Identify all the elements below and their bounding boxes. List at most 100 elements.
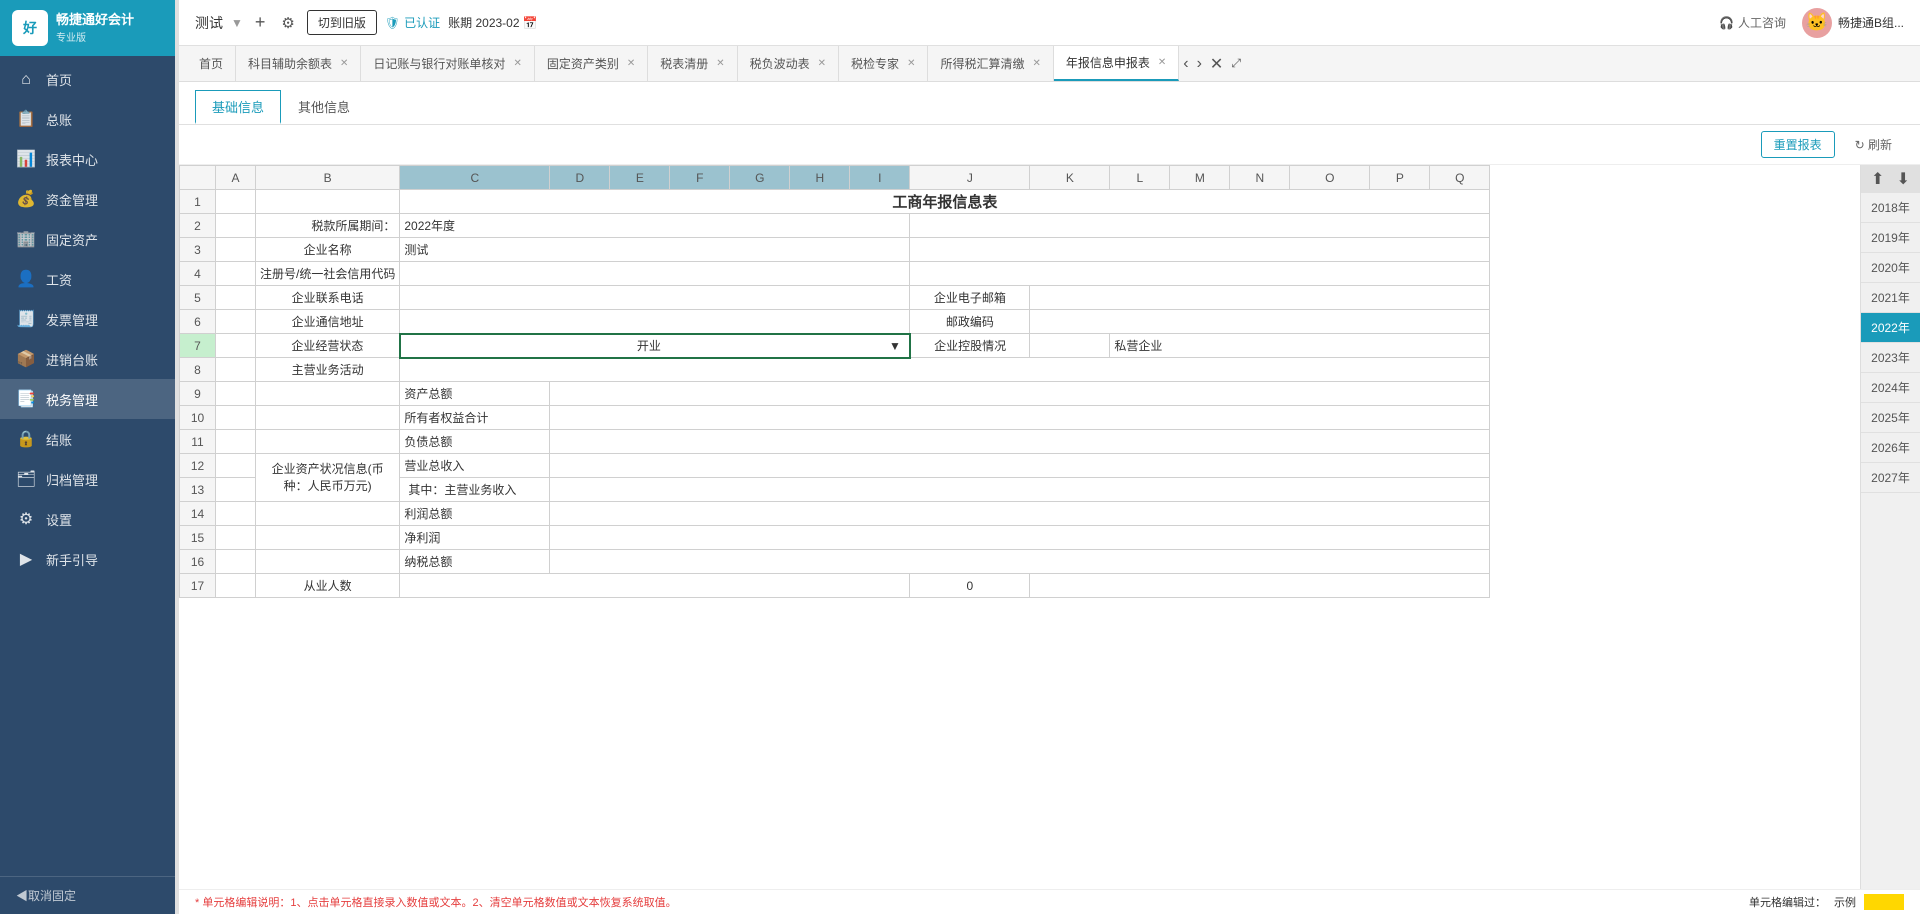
col-header-a[interactable]: A (216, 166, 256, 190)
tab-journal-close[interactable]: ✕ (513, 58, 521, 69)
year-item-2021[interactable]: 2021年 (1861, 283, 1920, 313)
tab-journal[interactable]: 日记账与银行对账单核对 ✕ (361, 46, 534, 81)
year-item-2023[interactable]: 2023年 (1861, 343, 1920, 373)
year-item-2024[interactable]: 2024年 (1861, 373, 1920, 403)
topbar-add-button[interactable]: + (251, 12, 270, 33)
year-scroll-down[interactable]: ⬇ (1897, 169, 1910, 189)
col-header-o[interactable]: O (1290, 166, 1370, 190)
cell-j5[interactable]: 企业电子邮箱 (910, 286, 1030, 310)
tab-close-all[interactable]: ✕ (1206, 54, 1227, 74)
topbar-settings-button[interactable]: ⚙ (277, 14, 298, 32)
cell-c16[interactable]: 纳税总额 (400, 550, 550, 574)
sidebar-item-archive[interactable]: 🗂 归档管理 (0, 459, 175, 499)
col-header-l[interactable]: L (1110, 166, 1170, 190)
cell-b8[interactable]: 主营业务活动 (256, 358, 400, 382)
cell-b7[interactable]: 企业经营状态 (256, 334, 400, 358)
sidebar-item-fund[interactable]: 💰 资金管理 (0, 179, 175, 219)
col-header-k[interactable]: K (1030, 166, 1110, 190)
tab-home[interactable]: 首页 (187, 46, 236, 81)
year-item-2019[interactable]: 2019年 (1861, 223, 1920, 253)
cell-k7[interactable] (1030, 334, 1110, 358)
cell-b6[interactable]: 企业通信地址 (256, 310, 400, 334)
sidebar-item-close[interactable]: 🔒 结账 (0, 419, 175, 459)
cell-c5[interactable] (400, 286, 910, 310)
cell-b2[interactable]: 税款所属期间： (256, 214, 400, 238)
cell-c9[interactable]: 资产总额 (400, 382, 550, 406)
col-header-p[interactable]: P (1370, 166, 1430, 190)
cell-c8[interactable] (400, 358, 1490, 382)
sidebar-item-asset[interactable]: 🏢 固定资产 (0, 219, 175, 259)
cell-c10[interactable]: 所有者权益合计 (400, 406, 550, 430)
tab-tax-wave[interactable]: 税负波动表 ✕ (738, 46, 839, 81)
sidebar-item-tax[interactable]: 📑 税务管理 (0, 379, 175, 419)
col-header-j[interactable]: J (910, 166, 1030, 190)
reset-report-button[interactable]: 重置报表 (1761, 131, 1835, 158)
tab-tax-expert-close[interactable]: ✕ (907, 58, 915, 69)
cell-k5[interactable] (1030, 286, 1490, 310)
tab-tax-table[interactable]: 税表清册 ✕ (648, 46, 737, 81)
topbar-oldversion-button[interactable]: 切到旧版 (307, 10, 377, 35)
cell-j6[interactable]: 邮政编码 (910, 310, 1030, 334)
tab-annual-report-close[interactable]: ✕ (1158, 57, 1166, 68)
col-header-g[interactable]: G (730, 166, 790, 190)
tab-fixed-asset[interactable]: 固定资产类别 ✕ (535, 46, 648, 81)
sidebar-item-newbie[interactable]: ▶ 新手引导 (0, 539, 175, 579)
sidebar-item-ledger[interactable]: 📋 总账 (0, 99, 175, 139)
topbar-support-btn[interactable]: 🎧 人工咨询 (1719, 14, 1786, 31)
sidebar-collapse-btn[interactable]: ◀取消固定 (0, 877, 175, 914)
tab-income-tax[interactable]: 所得税汇算清缴 ✕ (928, 46, 1053, 81)
tab-nav-next[interactable]: › (1193, 55, 1206, 73)
col-header-n[interactable]: N (1230, 166, 1290, 190)
sub-tab-basic[interactable]: 基础信息 (195, 90, 281, 124)
sub-tab-other[interactable]: 其他信息 (281, 90, 367, 124)
cell-c15[interactable]: 净利润 (400, 526, 550, 550)
cell-b3[interactable]: 企业名称 (256, 238, 400, 262)
year-item-2018[interactable]: 2018年 (1861, 193, 1920, 223)
cell-d13[interactable]: 其中：主营业务收入 (400, 478, 550, 502)
tab-annual-report[interactable]: 年报信息申报表 ✕ (1054, 46, 1179, 81)
year-item-2020[interactable]: 2020年 (1861, 253, 1920, 283)
cell-b5[interactable]: 企业联系电话 (256, 286, 400, 310)
refresh-button[interactable]: ↻ 刷新 (1843, 132, 1904, 157)
year-item-2027[interactable]: 2027年 (1861, 463, 1920, 493)
tab-expand[interactable]: ⤢ (1227, 56, 1245, 71)
sidebar-item-home[interactable]: ⌂ 首页 (0, 60, 175, 99)
col-header-b[interactable]: B (256, 166, 400, 190)
sidebar-item-invoice[interactable]: 🧾 发票管理 (0, 299, 175, 339)
col-header-c[interactable]: C (400, 166, 550, 190)
spreadsheet-container[interactable]: A B C D E F G H I J (179, 165, 1860, 889)
cell-c6[interactable] (400, 310, 910, 334)
cell-l7[interactable]: 私营企业 (1110, 334, 1490, 358)
cell-k6[interactable] (1030, 310, 1490, 334)
year-item-2022[interactable]: 2022年 (1861, 313, 1920, 343)
topbar-dropdown-arrow[interactable]: ▼ (231, 16, 243, 30)
cell-c7-dropdown[interactable]: 开业 ▼ (400, 334, 910, 358)
sidebar-item-stock[interactable]: 📦 进销台账 (0, 339, 175, 379)
cell-c14[interactable]: 利润总额 (400, 502, 550, 526)
topbar-user[interactable]: 🐱 畅捷通B组... (1802, 8, 1904, 38)
cell-c4[interactable] (400, 262, 910, 286)
sidebar-item-report[interactable]: 📊 报表中心 (0, 139, 175, 179)
tab-aux-close[interactable]: ✕ (340, 58, 348, 69)
cell-c17[interactable] (400, 574, 910, 598)
year-scroll-up[interactable]: ⬆ (1871, 169, 1884, 189)
col-header-h[interactable]: H (790, 166, 850, 190)
cell-c11[interactable]: 负债总额 (400, 430, 550, 454)
cell-c12[interactable]: 营业总收入 (400, 454, 550, 478)
tab-aux[interactable]: 科目辅助余额表 ✕ (236, 46, 361, 81)
tab-tax-expert[interactable]: 税检专家 ✕ (839, 46, 928, 81)
sidebar-item-payroll[interactable]: 👤 工资 (0, 259, 175, 299)
cell-c3[interactable]: 测试 (400, 238, 910, 262)
tab-fixed-asset-close[interactable]: ✕ (627, 58, 635, 69)
cell-j17[interactable]: 0 (910, 574, 1030, 598)
cell-j7[interactable]: 企业控股情况 (910, 334, 1030, 358)
col-header-i[interactable]: I (850, 166, 910, 190)
col-header-m[interactable]: M (1170, 166, 1230, 190)
cell-c2[interactable]: 2022年度 (400, 214, 910, 238)
tab-income-tax-close[interactable]: ✕ (1032, 58, 1040, 69)
col-header-e[interactable]: E (610, 166, 670, 190)
cell-b4[interactable]: 注册号/统一社会信用代码 (256, 262, 400, 286)
tab-nav-prev[interactable]: ‹ (1179, 55, 1192, 73)
tab-tax-table-close[interactable]: ✕ (716, 58, 724, 69)
year-item-2026[interactable]: 2026年 (1861, 433, 1920, 463)
